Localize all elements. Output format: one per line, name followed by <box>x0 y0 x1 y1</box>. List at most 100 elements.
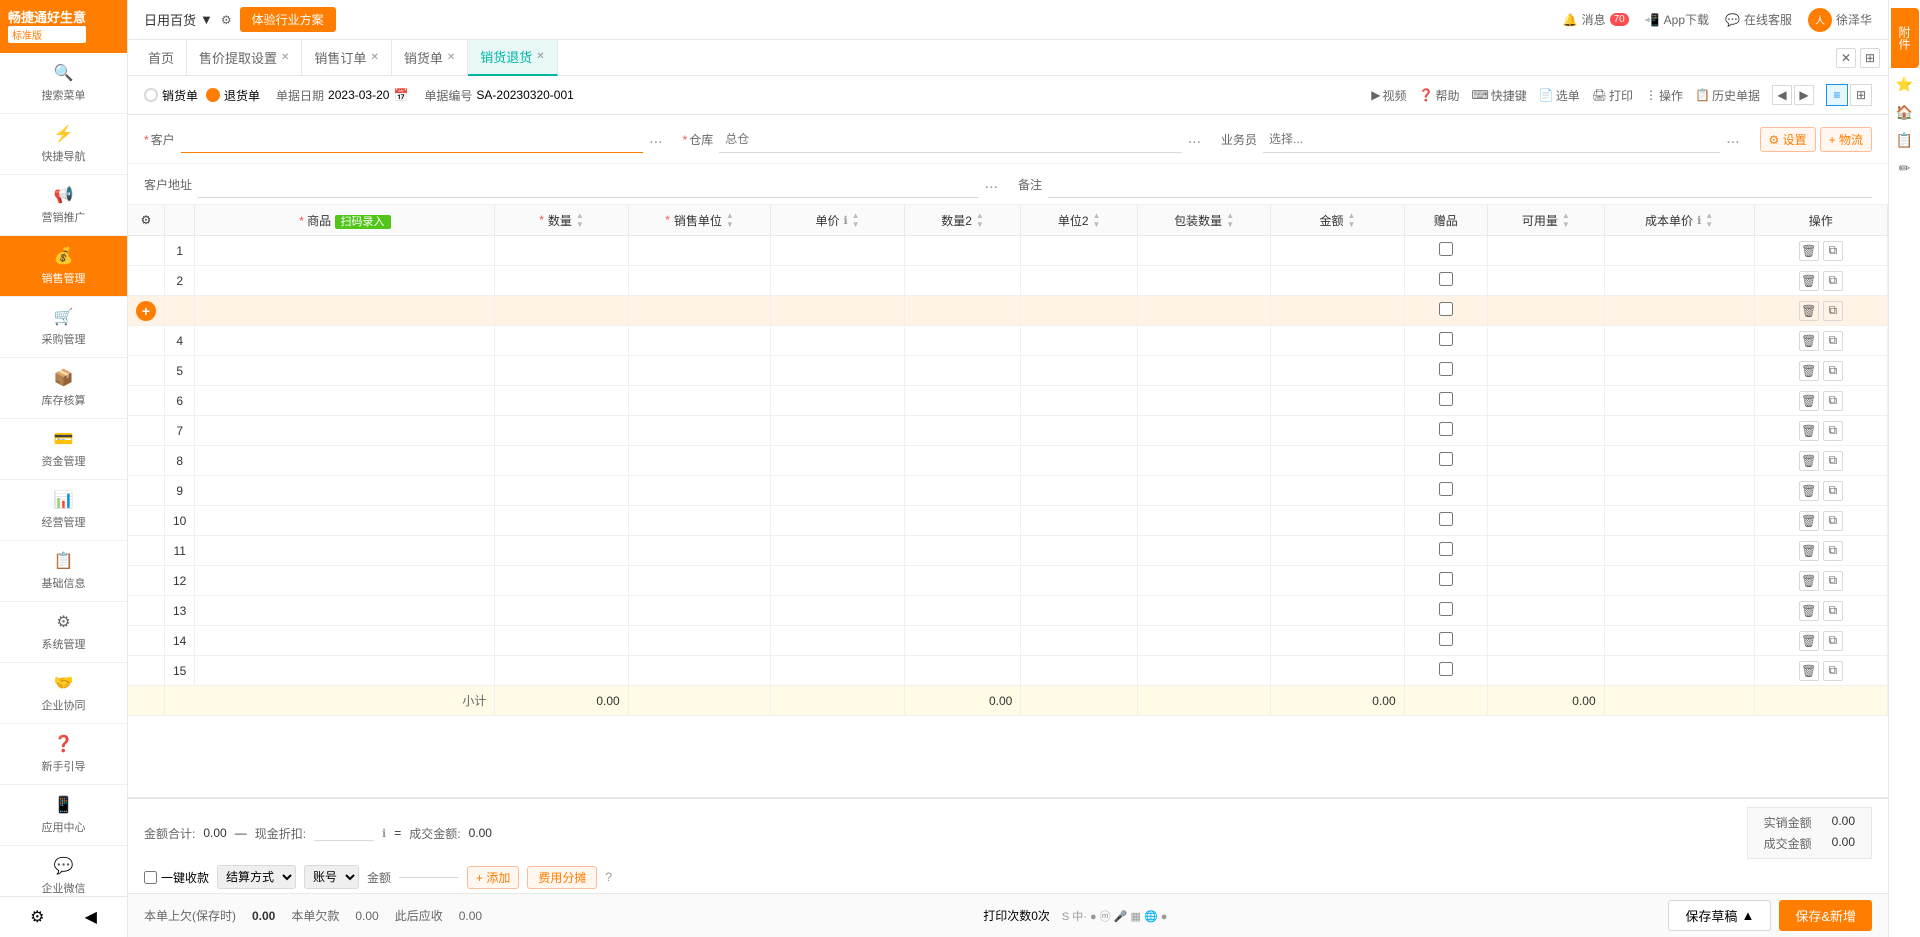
sidebar-item-shortcut[interactable]: ⚡ 快捷导航 <box>0 114 127 175</box>
user-info[interactable]: 人 徐泽华 <box>1808 8 1872 32</box>
avail-cell[interactable] <box>1487 296 1604 326</box>
copy-row-button[interactable]: ⧉ <box>1823 271 1843 291</box>
unit2-cell[interactable] <box>1021 266 1138 296</box>
gift-checkbox[interactable] <box>1439 362 1453 376</box>
qty-sort-icon[interactable]: ▲▼ <box>576 211 584 229</box>
avail-cell[interactable] <box>1487 266 1604 296</box>
right-panel-btn-5[interactable]: ✏ <box>1893 156 1917 180</box>
one-key-collection-checkbox[interactable]: 一键收款 <box>144 869 209 886</box>
copy-row-button[interactable]: ⧉ <box>1823 361 1843 381</box>
qty2-cell[interactable] <box>904 296 1021 326</box>
copy-row-button[interactable]: ⧉ <box>1823 421 1843 441</box>
tab-sales-return[interactable]: 销货退货 ✕ <box>468 40 557 76</box>
qty-cell[interactable] <box>495 296 628 326</box>
delete-row-button[interactable]: 🗑 <box>1799 451 1819 471</box>
copy-row-button[interactable]: ⧉ <box>1823 301 1843 321</box>
print-action[interactable]: 🖨 打印 <box>1592 87 1633 104</box>
amount-cell[interactable] <box>1271 296 1404 326</box>
delete-row-button[interactable]: 🗑 <box>1799 421 1819 441</box>
cost-cell[interactable] <box>1604 266 1754 296</box>
product-cell-active[interactable] <box>195 296 495 326</box>
operation-action[interactable]: ⋮ 操作 <box>1645 87 1683 104</box>
delete-row-button[interactable]: 🗑 <box>1799 601 1819 621</box>
unit-sort-icon[interactable]: ▲▼ <box>726 211 734 229</box>
unit2-cell[interactable] <box>1021 296 1138 326</box>
copy-row-button[interactable]: ⧉ <box>1823 541 1843 561</box>
copy-row-button[interactable]: ⧉ <box>1823 661 1843 681</box>
history-action[interactable]: 📋 历史单据 <box>1695 87 1760 104</box>
app-download-link[interactable]: 📲 App下载 <box>1645 11 1709 28</box>
expense-help-icon[interactable]: ? <box>605 870 612 884</box>
product-input[interactable] <box>203 304 486 318</box>
radio-sale-doc[interactable]: 销货单 <box>144 87 198 104</box>
table-view-button[interactable]: ≡ <box>1826 84 1848 106</box>
tab-home[interactable]: 首页 <box>136 40 187 76</box>
qty2-sort-icon[interactable]: ▲▼ <box>976 211 984 229</box>
delete-row-button[interactable]: 🗑 <box>1799 661 1819 681</box>
unit2-sort-icon[interactable]: ▲▼ <box>1093 211 1101 229</box>
prev-doc-button[interactable]: ◀ <box>1772 85 1792 105</box>
trial-button[interactable]: 体验行业方案 <box>240 7 336 32</box>
save-draft-button[interactable]: 保存草稿 ▲ <box>1668 900 1771 931</box>
warehouse-input[interactable] <box>719 125 1181 153</box>
salesman-picker-icon[interactable]: ... <box>1726 130 1739 148</box>
amount-cell[interactable] <box>1271 236 1404 266</box>
add-row-button[interactable]: + <box>136 301 156 321</box>
sidebar-item-wechat[interactable]: 💬 企业微信 <box>0 846 127 896</box>
gift-checkbox[interactable] <box>1439 452 1453 466</box>
address-picker-icon[interactable]: ... <box>985 175 998 193</box>
qty-cell[interactable] <box>495 236 628 266</box>
discount-info-icon[interactable]: ℹ <box>382 827 386 840</box>
tab-close-icon[interactable]: ✕ <box>536 51 544 62</box>
warehouse-picker-icon[interactable]: ... <box>1188 130 1201 148</box>
sidebar-item-inventory[interactable]: 📦 库存核算 <box>0 358 127 419</box>
sidebar-item-sales[interactable]: 💰 销售管理 <box>0 236 127 297</box>
settings-bottom-icon[interactable]: ⚙ <box>30 907 44 927</box>
sidebar-item-marketing[interactable]: 📢 营销推广 <box>0 175 127 236</box>
sidebar-item-search[interactable]: 🔍 搜索菜单 <box>0 53 127 114</box>
sidebar-item-apps[interactable]: 📱 应用中心 <box>0 785 127 846</box>
settings-gear-icon[interactable]: ⚙ <box>221 13 232 27</box>
delete-row-button[interactable]: 🗑 <box>1799 391 1819 411</box>
delete-row-button[interactable]: 🗑 <box>1799 331 1819 351</box>
next-doc-button[interactable]: ▶ <box>1794 85 1814 105</box>
expense-split-button[interactable]: 费用分摊 <box>527 866 597 889</box>
cost-cell[interactable] <box>1604 236 1754 266</box>
sidebar-item-purchase[interactable]: 🛒 采购管理 <box>0 297 127 358</box>
notification-bell[interactable]: 🔔 消息 70 <box>1563 11 1629 28</box>
expand-tab-button[interactable]: ⊞ <box>1860 48 1880 68</box>
right-panel-btn-2[interactable]: ⭐ <box>1893 72 1917 96</box>
price-info-icon[interactable]: ℹ <box>843 214 847 227</box>
delete-row-button[interactable]: 🗑 <box>1799 481 1819 501</box>
tab-sales-invoice[interactable]: 销货单 ✕ <box>392 40 468 76</box>
address-input[interactable] <box>198 170 979 198</box>
copy-row-button[interactable]: ⧉ <box>1823 631 1843 651</box>
tab-close-icon[interactable]: ✕ <box>281 52 289 63</box>
gear-icon[interactable]: ⚙ <box>141 213 152 227</box>
price-cell[interactable] <box>771 236 904 266</box>
collection-checkbox[interactable] <box>144 871 157 884</box>
gift-checkbox[interactable] <box>1439 632 1453 646</box>
video-action[interactable]: ▶ 视频 <box>1371 87 1406 104</box>
delete-row-button[interactable]: 🗑 <box>1799 271 1819 291</box>
select-action[interactable]: 📄 选单 <box>1539 87 1580 104</box>
copy-row-button[interactable]: ⧉ <box>1823 391 1843 411</box>
gift-cell[interactable] <box>1404 236 1487 266</box>
cost-info-icon[interactable]: ℹ <box>1697 214 1701 227</box>
price-cell[interactable] <box>771 296 904 326</box>
delete-row-button[interactable]: 🗑 <box>1799 631 1819 651</box>
salesman-input[interactable] <box>1263 125 1720 153</box>
copy-row-button[interactable]: ⧉ <box>1823 601 1843 621</box>
gift-checkbox[interactable] <box>1439 332 1453 346</box>
pkgqty-cell[interactable] <box>1137 236 1270 266</box>
product-cell[interactable] <box>195 266 495 296</box>
unit-cell[interactable] <box>628 296 771 326</box>
delete-row-button[interactable]: 🗑 <box>1799 241 1819 261</box>
copy-row-button[interactable]: ⧉ <box>1823 451 1843 471</box>
gift-checkbox[interactable] <box>1439 302 1453 316</box>
customer-input[interactable] <box>181 125 643 153</box>
delete-row-button[interactable]: 🗑 <box>1799 511 1819 531</box>
sidebar-item-enterprise[interactable]: 🤝 企业协同 <box>0 663 127 724</box>
discount-input[interactable] <box>314 826 374 841</box>
online-service-link[interactable]: 💬 在线客服 <box>1725 11 1792 28</box>
